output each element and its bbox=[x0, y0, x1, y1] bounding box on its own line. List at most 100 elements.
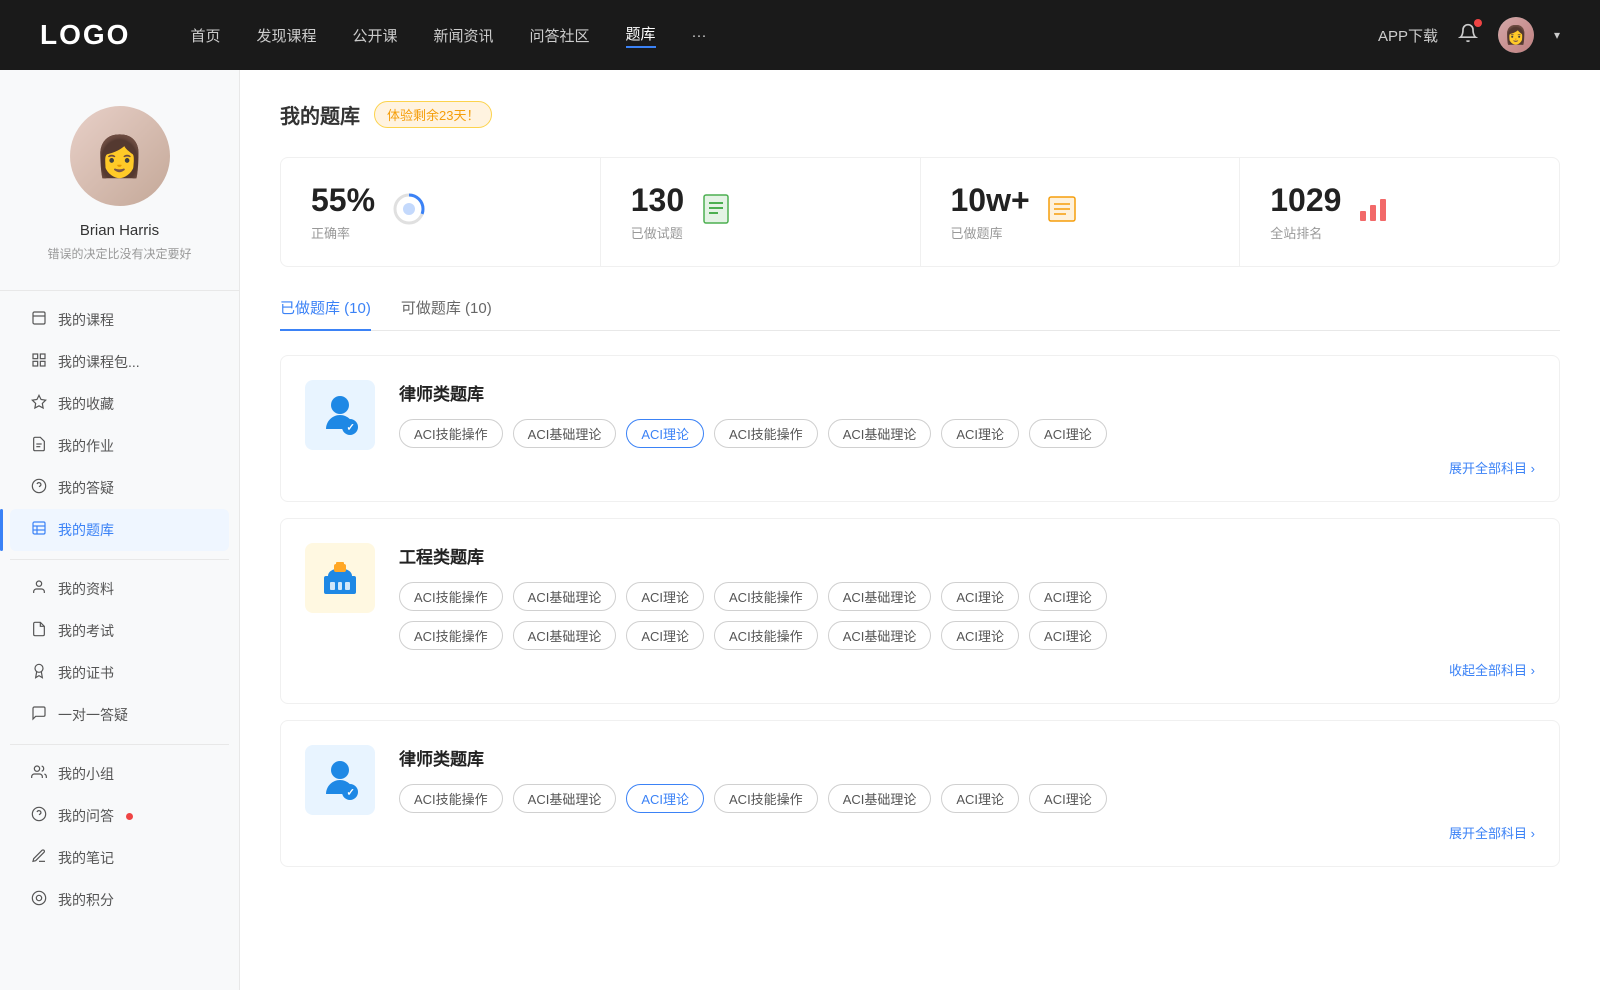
done-banks-label: 已做题库 bbox=[951, 223, 1030, 242]
sidebar-item-my-qa[interactable]: 我的问答 bbox=[10, 795, 229, 837]
lawyer-svg-2: ✓ bbox=[316, 756, 364, 804]
sidebar-divider-mid bbox=[10, 559, 229, 560]
group-label: 我的小组 bbox=[58, 764, 114, 784]
tag-3[interactable]: ACI技能操作 bbox=[714, 419, 818, 448]
nav-quiz[interactable]: 题库 bbox=[626, 23, 656, 48]
eng-tag-3[interactable]: ACI技能操作 bbox=[714, 582, 818, 611]
profile-name: Brian Harris bbox=[80, 222, 159, 239]
sidebar-item-questions[interactable]: 我的答疑 bbox=[10, 467, 229, 509]
accuracy-label: 正确率 bbox=[311, 223, 375, 242]
notification-badge bbox=[1474, 19, 1482, 27]
engineer-icon-wrap-1 bbox=[305, 543, 375, 613]
lawyer-1-expand-btn[interactable]: 展开全部科目 › bbox=[399, 458, 1535, 477]
nav-news[interactable]: 新闻资讯 bbox=[434, 25, 494, 46]
lawyer-2-name: 律师类题库 bbox=[399, 745, 1535, 770]
tag-6[interactable]: ACI理论 bbox=[1029, 419, 1107, 448]
l2-tag-4[interactable]: ACI基础理论 bbox=[828, 784, 932, 813]
category-card-engineer-1: 工程类题库 ACI技能操作 ACI基础理论 ACI理论 ACI技能操作 ACI基… bbox=[280, 518, 1560, 704]
engineer-1-tags-row1: ACI技能操作 ACI基础理论 ACI理论 ACI技能操作 ACI基础理论 AC… bbox=[399, 582, 1535, 611]
sidebar-item-notes[interactable]: 我的笔记 bbox=[10, 837, 229, 879]
eng-tag-r2-4[interactable]: ACI基础理论 bbox=[828, 621, 932, 650]
category-card-lawyer-1: ✓ 律师类题库 ACI技能操作 ACI基础理论 ACI理论 ACI技能操作 AC… bbox=[280, 355, 1560, 502]
one-on-one-icon bbox=[30, 705, 48, 725]
eng-tag-6[interactable]: ACI理论 bbox=[1029, 582, 1107, 611]
tag-1[interactable]: ACI基础理论 bbox=[513, 419, 617, 448]
sidebar-item-points[interactable]: 我的积分 bbox=[10, 879, 229, 921]
stats-row: 55% 正确率 130 已做试题 bbox=[280, 157, 1560, 267]
done-banks-value: 10w+ bbox=[951, 182, 1030, 219]
notification-bell[interactable] bbox=[1458, 23, 1478, 47]
tag-4[interactable]: ACI基础理论 bbox=[828, 419, 932, 448]
l2-tag-3[interactable]: ACI技能操作 bbox=[714, 784, 818, 813]
eng-tag-0[interactable]: ACI技能操作 bbox=[399, 582, 503, 611]
l2-tag-1[interactable]: ACI基础理论 bbox=[513, 784, 617, 813]
eng-tag-r2-5[interactable]: ACI理论 bbox=[941, 621, 1019, 650]
profile-avatar: 👩 bbox=[70, 106, 170, 206]
eng-tag-5[interactable]: ACI理论 bbox=[941, 582, 1019, 611]
avatar-image: 👩 bbox=[1498, 17, 1534, 53]
engineer-1-name: 工程类题库 bbox=[399, 543, 1535, 568]
content-tabs: 已做题库 (10) 可做题库 (10) bbox=[280, 297, 1560, 331]
my-course-label: 我的课程 bbox=[58, 310, 114, 330]
done-questions-label: 已做试题 bbox=[631, 223, 684, 242]
eng-tag-1[interactable]: ACI基础理论 bbox=[513, 582, 617, 611]
l2-tag-6[interactable]: ACI理论 bbox=[1029, 784, 1107, 813]
homework-label: 我的作业 bbox=[58, 436, 114, 456]
sidebar-item-one-on-one[interactable]: 一对一答疑 bbox=[10, 694, 229, 736]
app-download-link[interactable]: APP下载 bbox=[1378, 25, 1438, 46]
eng-tag-r2-0[interactable]: ACI技能操作 bbox=[399, 621, 503, 650]
trial-badge: 体验剩余23天！ bbox=[374, 101, 492, 128]
l2-tag-5[interactable]: ACI理论 bbox=[941, 784, 1019, 813]
profile-label: 我的资料 bbox=[58, 579, 114, 599]
my-qa-icon bbox=[30, 806, 48, 826]
user-menu-chevron[interactable]: ▾ bbox=[1554, 28, 1560, 42]
sidebar-item-quiz-bank[interactable]: 我的题库 bbox=[10, 509, 229, 551]
points-icon bbox=[30, 890, 48, 910]
exam-label: 我的考试 bbox=[58, 621, 114, 641]
ranking-label: 全站排名 bbox=[1270, 223, 1341, 242]
l2-tag-0[interactable]: ACI技能操作 bbox=[399, 784, 503, 813]
nav-opencourse[interactable]: 公开课 bbox=[352, 25, 397, 46]
sidebar-item-my-course[interactable]: 我的课程 bbox=[10, 299, 229, 341]
tab-available-banks[interactable]: 可做题库 (10) bbox=[401, 297, 492, 330]
sidebar-item-certificate[interactable]: 我的证书 bbox=[10, 652, 229, 694]
engineer-svg bbox=[316, 554, 364, 602]
lawyer-2-expand-btn[interactable]: 展开全部科目 › bbox=[399, 823, 1535, 842]
notes-label: 我的笔记 bbox=[58, 848, 114, 868]
course-pack-label: 我的课程包... bbox=[58, 352, 140, 372]
stat-done-banks: 10w+ 已做题库 bbox=[921, 158, 1241, 266]
nav-discover[interactable]: 发现课程 bbox=[256, 25, 316, 46]
nav-more[interactable]: ··· bbox=[692, 27, 707, 44]
l2-tag-2-active[interactable]: ACI理论 bbox=[626, 784, 704, 813]
eng-tag-r2-2[interactable]: ACI理论 bbox=[626, 621, 704, 650]
sidebar-item-exam[interactable]: 我的考试 bbox=[10, 610, 229, 652]
sidebar-item-group[interactable]: 我的小组 bbox=[10, 753, 229, 795]
quiz-bank-icon bbox=[30, 520, 48, 540]
svg-text:✓: ✓ bbox=[347, 788, 355, 799]
eng-tag-4[interactable]: ACI基础理论 bbox=[828, 582, 932, 611]
eng-tag-2[interactable]: ACI理论 bbox=[626, 582, 704, 611]
eng-tag-r2-6[interactable]: ACI理论 bbox=[1029, 621, 1107, 650]
eng-tag-r2-1[interactable]: ACI基础理论 bbox=[513, 621, 617, 650]
user-avatar[interactable]: 👩 bbox=[1498, 17, 1534, 53]
main-content: 我的题库 体验剩余23天！ 55% 正确率 bbox=[240, 70, 1600, 990]
logo[interactable]: LOGO bbox=[40, 19, 130, 51]
engineer-1-collapse-btn[interactable]: 收起全部科目 › bbox=[399, 660, 1535, 679]
eng-tag-r2-3[interactable]: ACI技能操作 bbox=[714, 621, 818, 650]
sidebar-item-favorites[interactable]: 我的收藏 bbox=[10, 383, 229, 425]
category-card-lawyer-2: ✓ 律师类题库 ACI技能操作 ACI基础理论 ACI理论 ACI技能操作 AC… bbox=[280, 720, 1560, 867]
tag-5[interactable]: ACI理论 bbox=[941, 419, 1019, 448]
tab-done-banks[interactable]: 已做题库 (10) bbox=[280, 297, 371, 330]
sidebar-item-course-pack[interactable]: 我的课程包... bbox=[10, 341, 229, 383]
nav-home[interactable]: 首页 bbox=[190, 25, 220, 46]
lawyer-icon-wrap-1: ✓ bbox=[305, 380, 375, 450]
ranking-value: 1029 bbox=[1270, 182, 1341, 219]
stat-accuracy: 55% 正确率 bbox=[281, 158, 601, 266]
my-course-icon bbox=[30, 310, 48, 330]
nav-qa[interactable]: 问答社区 bbox=[530, 25, 590, 46]
tag-2-active[interactable]: ACI理论 bbox=[626, 419, 704, 448]
sidebar-item-homework[interactable]: 我的作业 bbox=[10, 425, 229, 467]
tag-0[interactable]: ACI技能操作 bbox=[399, 419, 503, 448]
sidebar-item-profile[interactable]: 我的资料 bbox=[10, 568, 229, 610]
profile-icon bbox=[30, 579, 48, 599]
